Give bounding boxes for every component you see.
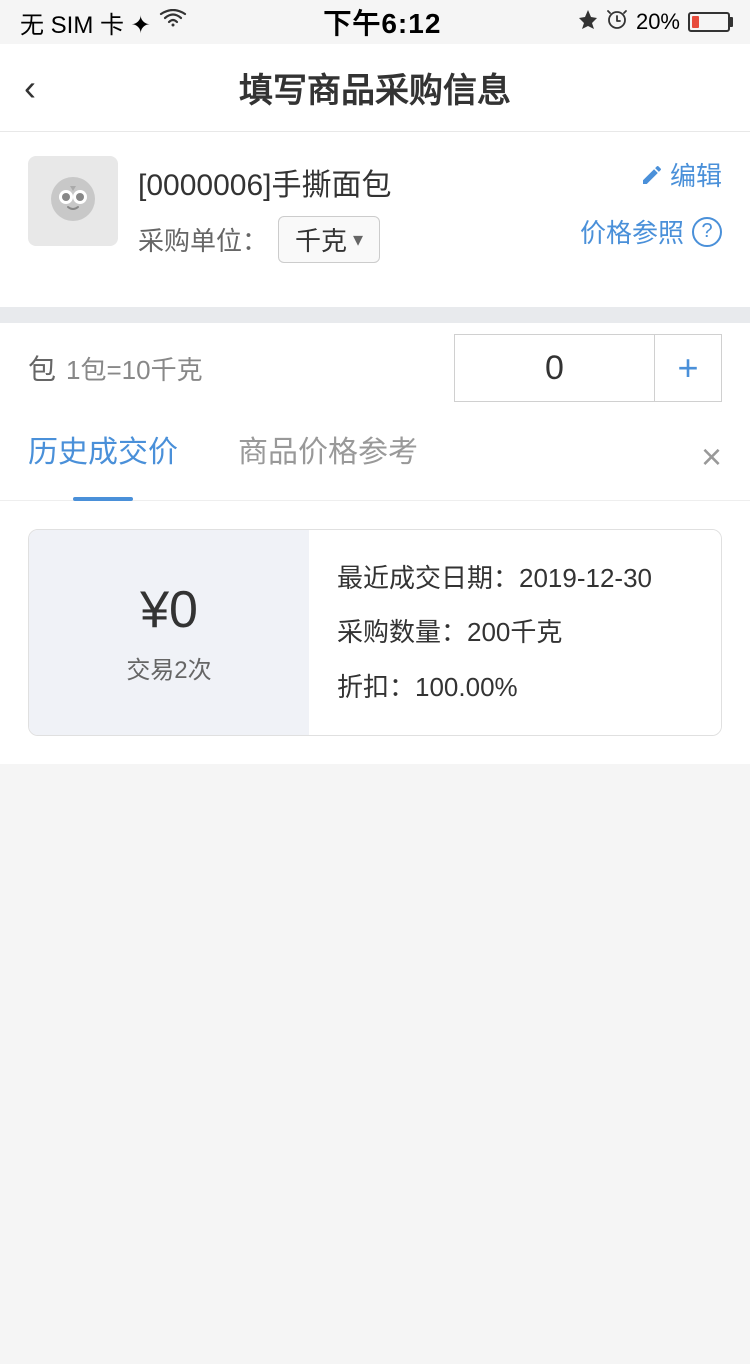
purchase-qty-row: 采购数量：200千克 [337,614,693,650]
unit-value: 千克 [295,221,347,258]
page-title: 填写商品采购信息 [239,63,511,112]
plus-icon: + [677,347,698,389]
quantity-row: 包 1包=10千克 + [0,323,750,413]
tab-price-reference[interactable]: 商品价格参考 [238,413,418,501]
tab-history-label: 历史成交价 [28,427,178,471]
unit-select-button[interactable]: 千克 ▾ [278,216,380,263]
quantity-control: + [454,334,722,402]
bottom-space [0,764,750,1364]
purchase-qty-label: 采购数量： [337,617,467,647]
product-image-icon [43,171,103,231]
discount-label: 折扣： [337,672,415,702]
price-reference-button[interactable]: 价格参照 ? [580,213,722,250]
product-unit-row: 采购单位： 千克 ▾ [138,216,391,263]
location-icon [578,9,598,35]
price-amount: ¥0 [140,580,198,640]
close-icon: × [701,436,722,478]
back-icon: ‹ [24,67,36,109]
battery-percent: 20% [636,9,680,35]
nav-bar: ‹ 填写商品采购信息 [0,44,750,132]
price-ref-label: 价格参照 [580,213,684,250]
tab-section: 历史成交价 商品价格参考 × ¥0 交易2次 最近成交日期：2019-12-30… [0,413,750,764]
history-price-content: ¥0 交易2次 最近成交日期：2019-12-30 采购数量：200千克 折扣：… [0,501,750,764]
quantity-plus-button[interactable]: + [654,334,722,402]
quantity-unit-icon: 包 [28,348,56,388]
status-right: 20% [578,8,730,36]
quantity-unit-conversion: 1包=10千克 [66,350,203,387]
recent-date-row: 最近成交日期：2019-12-30 [337,560,693,596]
product-left: [0000006]手撕面包 采购单位： 千克 ▾ [28,156,391,263]
edit-label: 编辑 [670,156,722,193]
product-section: [0000006]手撕面包 采购单位： 千克 ▾ 编辑 价格参照 ? [0,132,750,307]
tab-items: 历史成交价 商品价格参考 [28,413,418,501]
purchase-qty-value: 200千克 [467,617,562,647]
edit-button[interactable]: 编辑 [640,156,722,193]
status-left: 无 SIM 卡 ✦ [20,5,187,40]
quantity-unit-info: 包 1包=10千克 [28,348,203,388]
product-info: [0000006]手撕面包 采购单位： 千克 ▾ [138,156,391,263]
section-divider [0,307,750,323]
unit-label: 采购单位： [138,221,268,258]
price-card-right: 最近成交日期：2019-12-30 采购数量：200千克 折扣：100.00% [309,530,721,735]
price-card-left: ¥0 交易2次 [29,530,309,735]
price-card: ¥0 交易2次 最近成交日期：2019-12-30 采购数量：200千克 折扣：… [28,529,722,736]
product-header: [0000006]手撕面包 采购单位： 千克 ▾ 编辑 价格参照 ? [28,156,722,263]
wifi-icon [159,8,187,36]
discount-row: 折扣：100.00% [337,669,693,705]
recent-date-value: 2019-12-30 [519,563,652,593]
tab-history-price[interactable]: 历史成交价 [28,413,178,501]
tab-close-button[interactable]: × [701,436,722,478]
signal-text: 无 SIM 卡 ✦ [20,5,151,40]
quantity-input[interactable] [454,334,654,402]
unit-dropdown-arrow: ▾ [353,227,363,252]
product-thumbnail [28,156,118,246]
tab-reference-label: 商品价格参考 [238,427,418,471]
product-name: [0000006]手撕面包 [138,160,391,204]
recent-date-label: 最近成交日期： [337,563,519,593]
tab-header: 历史成交价 商品价格参考 × [0,413,750,501]
price-ref-info-icon: ? [692,217,722,247]
back-button[interactable]: ‹ [24,67,36,109]
status-time: 下午6:12 [323,2,441,42]
battery-indicator [688,12,730,32]
status-bar: 无 SIM 卡 ✦ 下午6:12 20% [0,0,750,44]
edit-icon [640,163,664,187]
alarm-icon [606,8,628,36]
discount-value: 100.00% [415,672,518,702]
trade-count: 交易2次 [126,650,211,685]
